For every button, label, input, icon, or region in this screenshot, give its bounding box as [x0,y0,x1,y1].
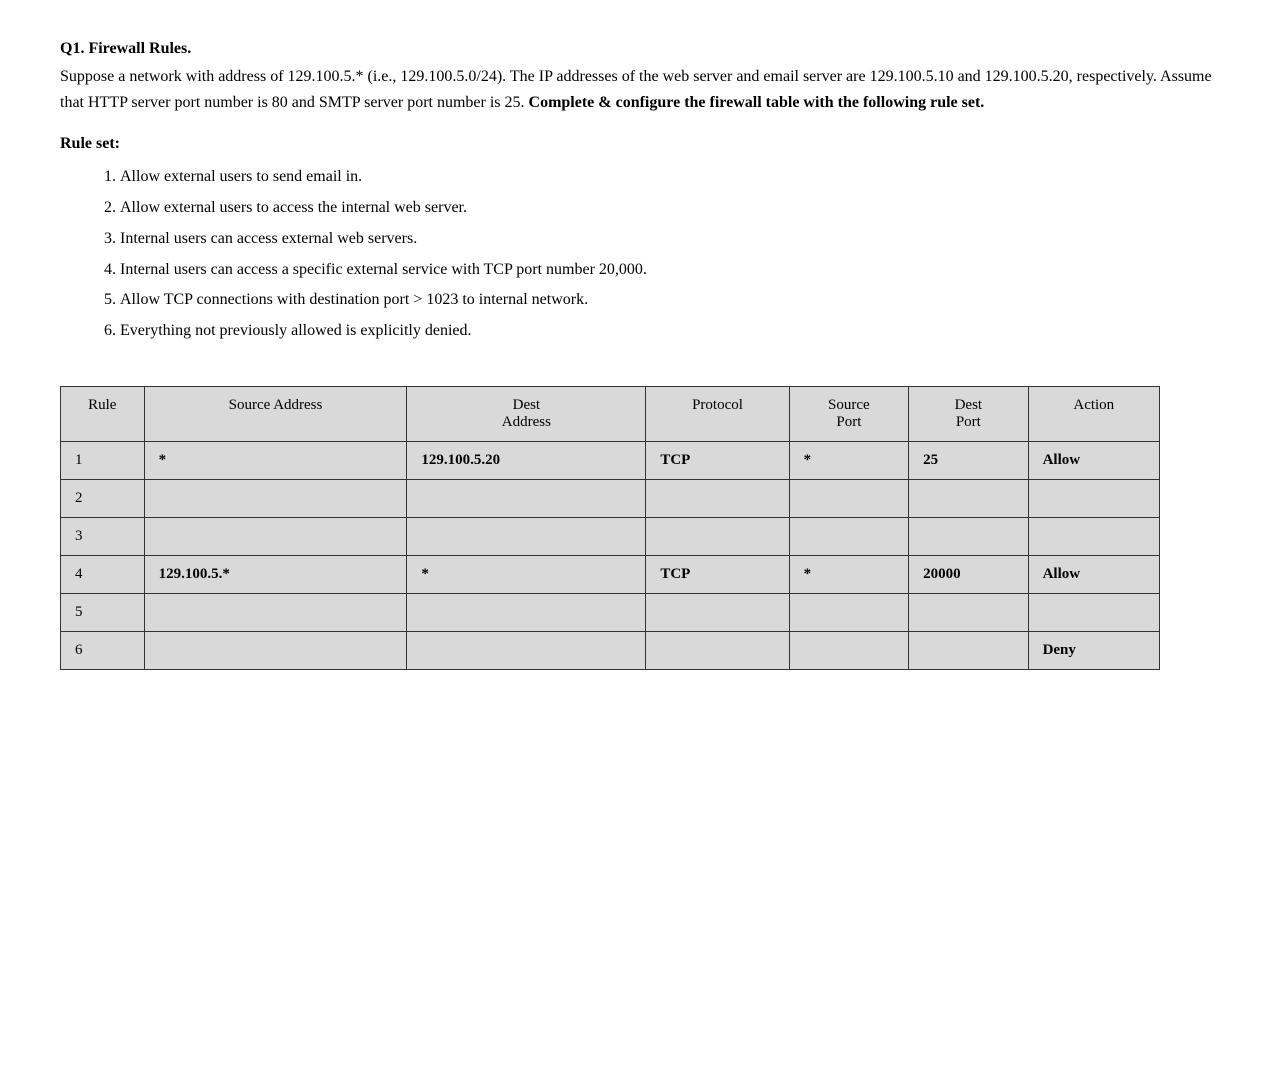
list-item: Allow external users to send email in. [120,163,1220,192]
question-title: Q1. Firewall Rules. [60,40,1220,58]
table-row: 3 [61,517,1160,555]
cell-rule: 2 [61,479,145,517]
header-dest-port: DestPort [909,386,1028,441]
cell-protocol: TCP [646,441,789,479]
cell-rule: 5 [61,593,145,631]
cell-source-port: * [789,441,908,479]
question-body: Suppose a network with address of 129.10… [60,64,1220,115]
cell-protocol [646,631,789,669]
cell-source-address: 129.100.5.* [144,555,407,593]
table-header-row: Rule Source Address DestAddress Protocol… [61,386,1160,441]
firewall-table-section: Rule Source Address DestAddress Protocol… [60,386,1220,670]
cell-rule: 6 [61,631,145,669]
cell-action: Allow [1028,555,1159,593]
list-item: Allow TCP connections with destination p… [120,286,1220,315]
cell-dest-address [407,517,646,555]
table-row: 4 129.100.5.* * TCP * 20000 Allow [61,555,1160,593]
cell-protocol [646,517,789,555]
cell-protocol [646,593,789,631]
list-item: Internal users can access a specific ext… [120,256,1220,285]
table-row: 6 Deny [61,631,1160,669]
list-item: Internal users can access external web s… [120,225,1220,254]
cell-dest-port: 20000 [909,555,1028,593]
firewall-table: Rule Source Address DestAddress Protocol… [60,386,1160,670]
cell-dest-port: 25 [909,441,1028,479]
cell-dest-port [909,631,1028,669]
cell-action: Deny [1028,631,1159,669]
cell-source-port [789,631,908,669]
cell-source-port [789,593,908,631]
cell-dest-address [407,593,646,631]
cell-source-address: * [144,441,407,479]
list-item: Allow external users to access the inter… [120,194,1220,223]
rule-set-title: Rule set: [60,135,1220,153]
cell-source-port [789,479,908,517]
cell-source-address [144,517,407,555]
cell-rule: 1 [61,441,145,479]
header-action: Action [1028,386,1159,441]
table-row: 5 [61,593,1160,631]
cell-rule: 3 [61,517,145,555]
cell-protocol [646,479,789,517]
header-dest-address: DestAddress [407,386,646,441]
cell-source-address [144,593,407,631]
cell-action [1028,517,1159,555]
cell-source-port [789,517,908,555]
cell-dest-address [407,479,646,517]
header-protocol: Protocol [646,386,789,441]
table-row: 1 * 129.100.5.20 TCP * 25 Allow [61,441,1160,479]
header-source-address: Source Address [144,386,407,441]
cell-action: Allow [1028,441,1159,479]
cell-action [1028,593,1159,631]
cell-dest-address [407,631,646,669]
cell-rule: 4 [61,555,145,593]
cell-source-address [144,479,407,517]
cell-protocol: TCP [646,555,789,593]
question-block: Q1. Firewall Rules. Suppose a network wi… [60,40,1220,346]
cell-dest-address: * [407,555,646,593]
rule-set-list: Allow external users to send email in. A… [120,163,1220,346]
cell-dest-port [909,479,1028,517]
cell-source-address [144,631,407,669]
cell-dest-port [909,593,1028,631]
table-row: 2 [61,479,1160,517]
header-source-port: SourcePort [789,386,908,441]
question-bold-suffix: Complete & configure the firewall table … [525,94,985,111]
cell-dest-address: 129.100.5.20 [407,441,646,479]
cell-source-port: * [789,555,908,593]
header-rule: Rule [61,386,145,441]
list-item: Everything not previously allowed is exp… [120,317,1220,346]
cell-dest-port [909,517,1028,555]
cell-action [1028,479,1159,517]
